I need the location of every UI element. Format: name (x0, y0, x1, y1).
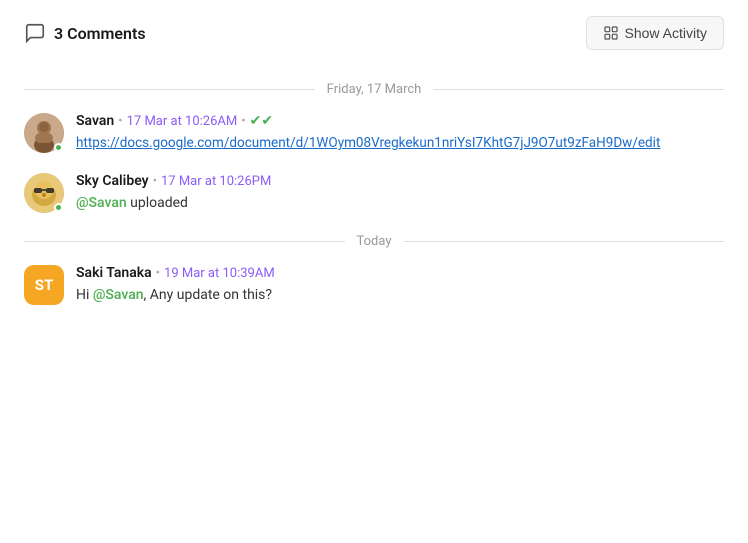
comment-item-sky: Sky Calibey • 17 Mar at 10:26PM @Savan u… (24, 173, 724, 214)
comment-text-after-saki: , Any update on this? (144, 287, 272, 303)
date-divider-today: Today (24, 234, 724, 249)
comment-time-sky: 17 Mar at 10:26PM (161, 174, 271, 189)
sky-online-dot (54, 203, 63, 212)
comments-icon (24, 22, 46, 44)
comment-link-savan[interactable]: https://docs.google.com/document/d/1WOym… (76, 133, 724, 153)
verified-icon-savan: ✔✔ (250, 113, 273, 129)
header-left: 3 Comments (24, 22, 146, 44)
comment-body-sky: Sky Calibey • 17 Mar at 10:26PM @Savan u… (76, 173, 724, 214)
comment-text-saki: Hi @Savan, Any update on this? (76, 285, 724, 306)
date-divider-today-label: Today (357, 234, 392, 249)
date-divider-friday-label: Friday, 17 March (327, 82, 422, 97)
date-divider-friday: Friday, 17 March (24, 82, 724, 97)
comments-count-title: 3 Comments (54, 24, 146, 43)
show-activity-button[interactable]: Show Activity (586, 16, 724, 50)
comment-meta-saki: Saki Tanaka • 19 Mar at 10:39AM (76, 265, 724, 281)
comment-body-saki: Saki Tanaka • 19 Mar at 10:39AM Hi @Sava… (76, 265, 724, 306)
activity-icon (603, 25, 619, 41)
comment-time-saki: 19 Mar at 10:39AM (164, 266, 275, 281)
avatar-initials-saki: ST (35, 276, 54, 294)
commenter-name-savan: Savan (76, 113, 114, 129)
commenter-name-saki: Saki Tanaka (76, 265, 152, 281)
mention-savan-saki: @Savan (93, 287, 144, 303)
comment-body-savan: Savan • 17 Mar at 10:26AM • ✔✔ https://d… (76, 113, 724, 153)
comment-text-sky: @Savan uploaded (76, 193, 724, 214)
comment-meta-sky: Sky Calibey • 17 Mar at 10:26PM (76, 173, 724, 189)
comment-text-before-saki: Hi (76, 287, 93, 303)
comment-text-sky-body: uploaded (127, 195, 188, 211)
avatar-wrapper-savan (24, 113, 64, 153)
comments-panel: 3 Comments Show Activity Friday, 17 Marc… (0, 0, 748, 342)
show-activity-label: Show Activity (625, 25, 707, 41)
comment-item-saki: ST Saki Tanaka • 19 Mar at 10:39AM Hi @S… (24, 265, 724, 306)
comment-meta-savan: Savan • 17 Mar at 10:26AM • ✔✔ (76, 113, 724, 129)
comment-time-savan: 17 Mar at 10:26AM (127, 114, 238, 129)
avatar-saki: ST (24, 265, 64, 305)
savan-online-dot (54, 143, 63, 152)
comment-item-savan: Savan • 17 Mar at 10:26AM • ✔✔ https://d… (24, 113, 724, 153)
mention-savan-sky: @Savan (76, 195, 127, 211)
commenter-name-sky: Sky Calibey (76, 173, 149, 189)
panel-header: 3 Comments Show Activity (24, 16, 724, 62)
avatar-wrapper-saki: ST (24, 265, 64, 305)
avatar-wrapper-sky (24, 173, 64, 213)
